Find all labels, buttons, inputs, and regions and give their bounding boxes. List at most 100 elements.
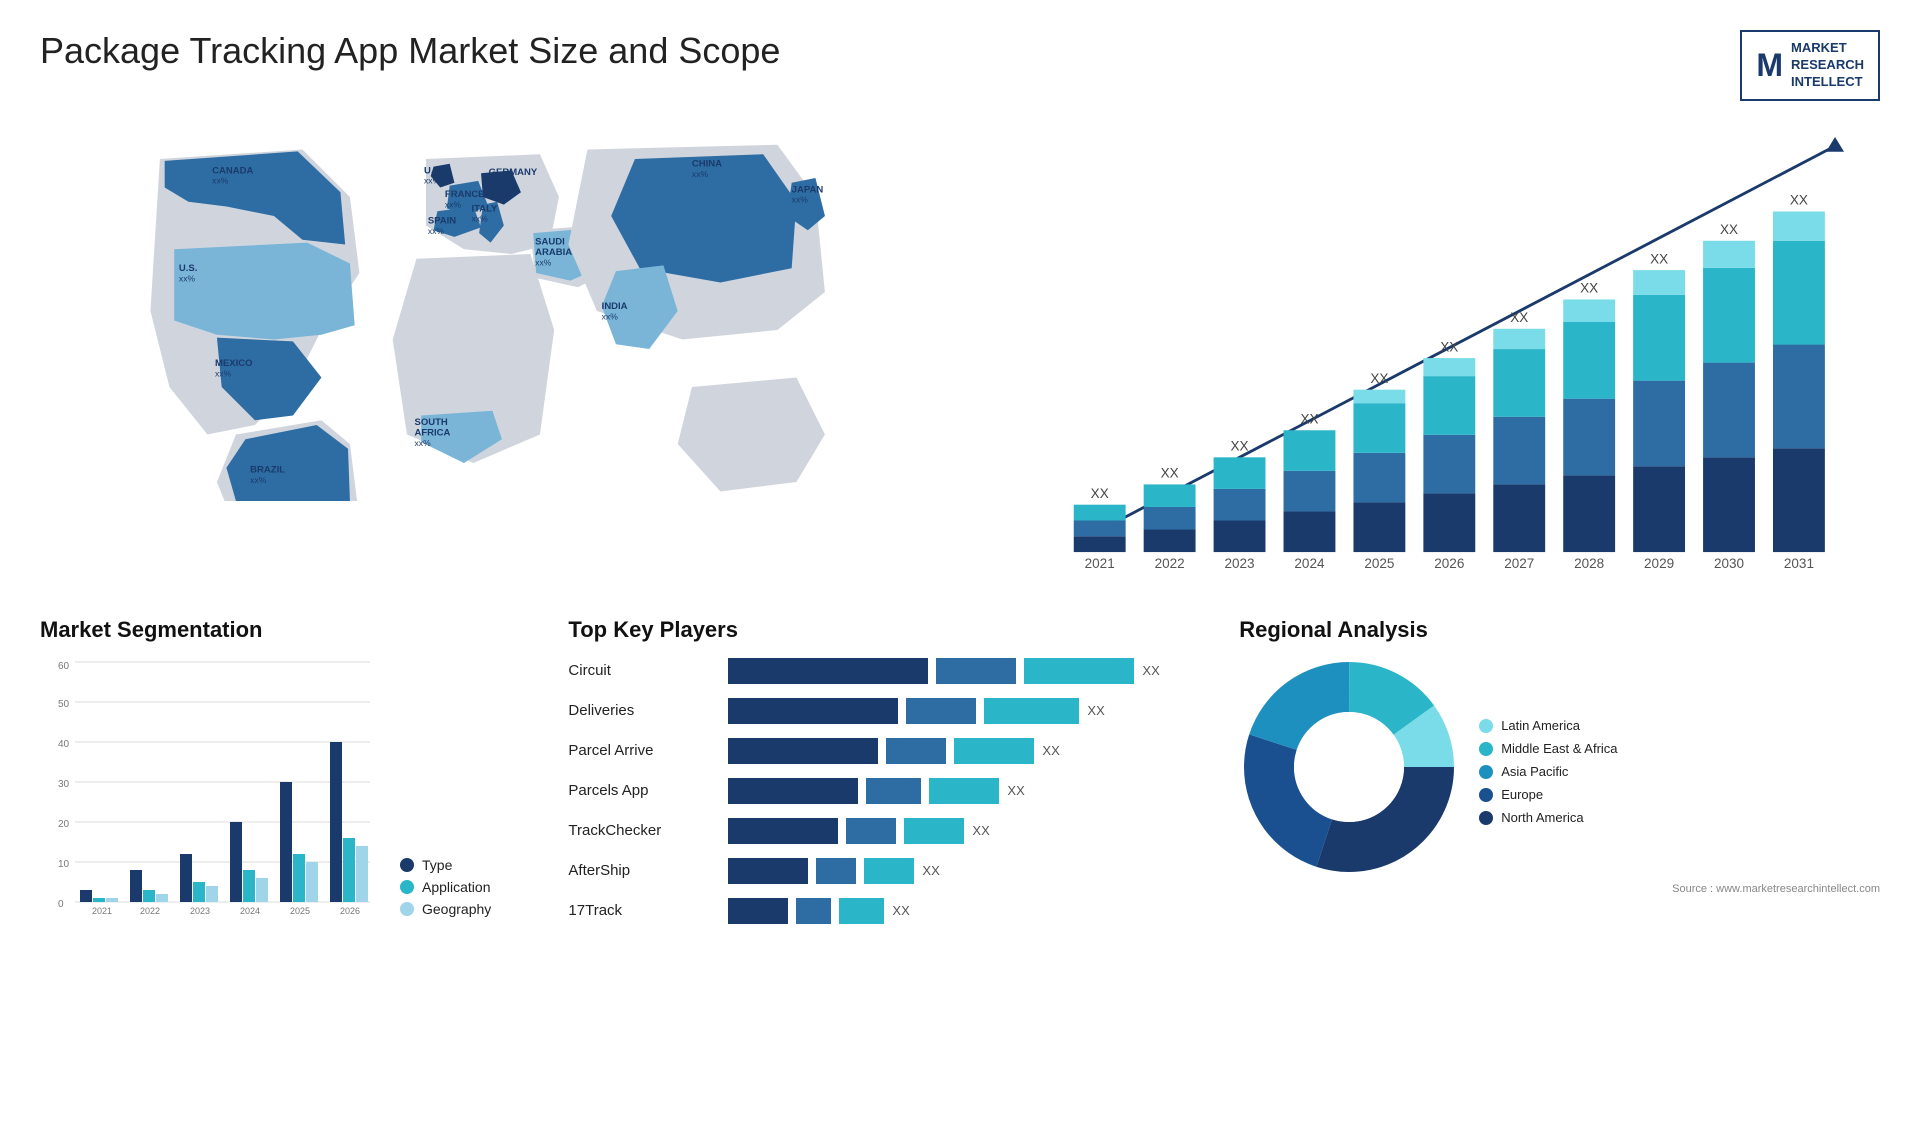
svg-text:XX: XX [1230,438,1248,453]
svg-text:xx%: xx% [415,438,432,448]
svg-text:XX: XX [1091,486,1109,501]
bar-xx-label: XX [1042,743,1059,758]
map-container: CANADA xx% U.S. xx% MEXICO xx% BRAZIL xx… [40,121,983,577]
bar-seg2 [936,658,1016,684]
svg-text:xx%: xx% [428,226,445,236]
mea-dot [1479,742,1493,756]
legend-asia-pacific: Asia Pacific [1479,764,1617,779]
svg-text:xx%: xx% [472,213,489,223]
type-dot [400,858,414,872]
player-trackchecker: TrackChecker [568,817,708,845]
logo-letter: M [1756,47,1783,84]
svg-text:2024: 2024 [1294,556,1325,571]
svg-text:xx%: xx% [445,199,462,209]
player-bars: XX XX XX [728,657,1209,925]
bar-xx-label: XX [972,823,989,838]
svg-text:INDIA: INDIA [602,301,628,312]
player-circuit: Circuit [568,657,708,685]
europe-dot [1479,788,1493,802]
bar-xx-label: XX [1142,663,1159,678]
player-deliveries: Deliveries [568,697,708,725]
logo-text: MARKET RESEARCH INTELLECT [1791,40,1864,91]
legend-type: Type [400,857,491,873]
bar-seg3 [954,738,1034,764]
bar-aftership: XX [728,857,1209,885]
svg-text:60: 60 [58,661,70,672]
svg-text:xx%: xx% [250,475,267,485]
player-parcels-app: Parcels App [568,777,708,805]
svg-text:xx%: xx% [792,194,809,204]
svg-text:2025: 2025 [1364,556,1394,571]
bar-seg3 [839,898,884,924]
svg-text:2021: 2021 [92,906,112,916]
geo-label: Geography [422,901,491,917]
svg-text:xx%: xx% [489,177,506,187]
svg-text:2031: 2031 [1784,556,1814,571]
type-label: Type [422,857,452,873]
legend-application: Application [400,879,491,895]
regional-section: Regional Analysis La [1239,617,1880,925]
svg-text:XX: XX [1440,339,1458,354]
latin-america-dot [1479,719,1493,733]
bar-parcels-app: XX [728,777,1209,805]
svg-text:JAPAN: JAPAN [792,184,824,195]
bar-seg3 [904,818,964,844]
svg-text:xx%: xx% [692,169,709,179]
bar-seg3 [984,698,1079,724]
svg-text:XX: XX [1580,280,1598,295]
growth-chart-container: XX 2021 XX 2022 XX 2023 [1023,121,1880,577]
legend-geography: Geography [400,901,491,917]
regional-legend: Latin America Middle East & Africa Asia … [1479,718,1617,825]
bar-seg2 [866,778,921,804]
legend-latin-america: Latin America [1479,718,1617,733]
svg-text:xx%: xx% [215,368,232,378]
svg-text:XX: XX [1370,371,1388,386]
svg-text:XX: XX [1510,310,1528,325]
svg-text:U.K.: U.K. [424,165,443,176]
na-dot [1479,811,1493,825]
bar-seg1 [728,898,788,924]
svg-text:ARABIA: ARABIA [535,247,572,258]
svg-text:CANADA: CANADA [212,165,253,176]
bar-seg2 [796,898,831,924]
svg-text:2029: 2029 [1644,556,1674,571]
svg-text:2021: 2021 [1085,556,1115,571]
legend-north-america: North America [1479,810,1617,825]
svg-text:2027: 2027 [1504,556,1534,571]
svg-text:2024: 2024 [240,906,260,916]
svg-text:2022: 2022 [1154,556,1184,571]
growth-bar-chart: XX 2021 XX 2022 XX 2023 [1023,121,1880,577]
svg-text:20: 20 [58,819,70,830]
bar-xx-label: XX [892,903,909,918]
regional-content: Latin America Middle East & Africa Asia … [1239,657,1880,877]
svg-text:2026: 2026 [340,906,360,916]
bar-seg3 [864,858,914,884]
apac-dot [1479,765,1493,779]
logo: M MARKET RESEARCH INTELLECT [1740,30,1880,101]
bottom-section: Market Segmentation 0 10 20 30 40 50 60 [40,617,1880,925]
seg-bar-chart: 0 10 20 30 40 50 60 [40,657,380,917]
svg-text:U.S.: U.S. [179,263,197,274]
bar-xx-label: XX [922,863,939,878]
source-text: Source : www.marketresearchintellect.com [1239,883,1880,895]
svg-text:50: 50 [58,699,70,710]
svg-text:30: 30 [58,779,70,790]
svg-text:XX: XX [1790,192,1808,207]
bar-17track: XX [728,897,1209,925]
page-title: Package Tracking App Market Size and Sco… [40,30,780,72]
svg-text:xx%: xx% [602,311,619,321]
mea-label: Middle East & Africa [1501,741,1617,756]
latin-america-label: Latin America [1501,718,1580,733]
players-title: Top Key Players [568,617,1209,643]
europe-label: Europe [1501,787,1543,802]
svg-text:2022: 2022 [140,906,160,916]
svg-text:xx%: xx% [212,175,229,185]
bar-seg2 [846,818,896,844]
apac-label: Asia Pacific [1501,764,1568,779]
players-table: Circuit Deliveries Parcel Arrive Parcels… [568,657,1209,925]
svg-text:BRAZIL: BRAZIL [250,464,285,475]
bar-seg1 [728,658,928,684]
top-section: CANADA xx% U.S. xx% MEXICO xx% BRAZIL xx… [40,121,1880,577]
bar-seg1 [728,698,898,724]
market-segmentation: Market Segmentation 0 10 20 30 40 50 60 [40,617,538,925]
